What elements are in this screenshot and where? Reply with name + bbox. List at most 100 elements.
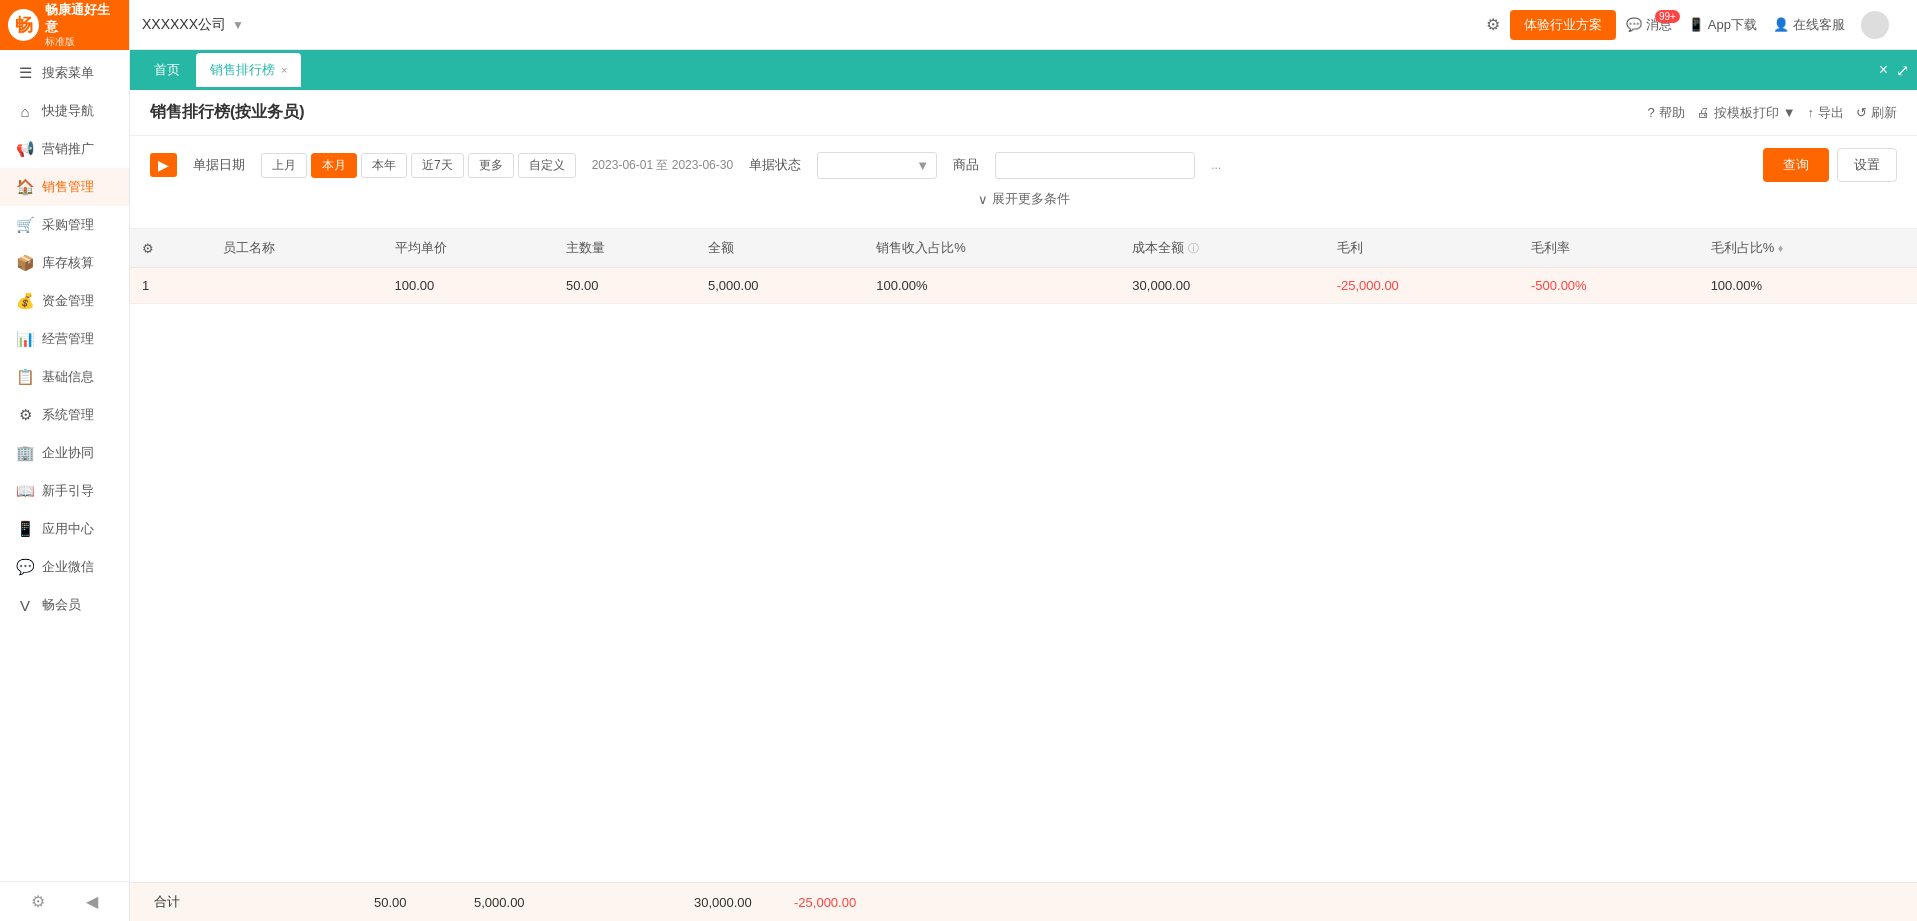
date-btn-上月[interactable]: 上月 xyxy=(261,153,307,178)
expand-more-btn[interactable]: ∨ 展开更多条件 xyxy=(150,182,1897,216)
trial-btn[interactable]: 体验行业方案 xyxy=(1510,10,1616,40)
date-btn-近7天[interactable]: 近7天 xyxy=(411,153,464,178)
footer-amount-val: 5,000.00 xyxy=(462,895,562,910)
member-icon: V xyxy=(16,597,34,614)
company-name: XXXXXX公司 xyxy=(142,16,226,34)
topbar: XXXXXX公司 ▼ ⚙ 体验行业方案 💬 消息 99+ 📱 App下载 👤 在… xyxy=(130,0,1917,50)
app-icon: 📱 xyxy=(1688,17,1704,32)
sales-icon: 🏠 xyxy=(16,178,34,196)
col-header-rank: ⚙ xyxy=(130,229,211,268)
sidebar-item-member[interactable]: V 畅会员 xyxy=(0,586,129,624)
member-label: 畅会员 xyxy=(42,596,81,614)
sidebar-footer: ⚙ ◀ xyxy=(0,881,129,921)
tab-close-icon[interactable]: × xyxy=(281,64,287,76)
logo-text: 畅康通好生意 标准版 xyxy=(45,2,121,49)
online-service-btn[interactable]: 👤 在线客服 xyxy=(1773,16,1845,34)
col-header-avg_price: 平均单价 xyxy=(383,229,554,268)
inventory-label: 库存核算 xyxy=(42,254,94,272)
tab-home[interactable]: 首页 xyxy=(138,53,196,87)
message-badge: 99+ xyxy=(1655,10,1680,23)
sidebar-item-app-center[interactable]: 📱 应用中心 xyxy=(0,510,129,548)
sidebar-item-operations[interactable]: 📊 经营管理 xyxy=(0,320,129,358)
wechat-icon: 💬 xyxy=(16,558,34,576)
sidebar-item-finance[interactable]: 💰 资金管理 xyxy=(0,282,129,320)
date-range-display: 2023-06-01 至 2023-06-30 xyxy=(592,157,733,174)
service-label: 在线客服 xyxy=(1793,16,1845,34)
tab-label: 销售排行榜 xyxy=(210,61,275,79)
cell-gross_pct: 100.00% xyxy=(1699,268,1917,304)
sidebar-settings-icon[interactable]: ⚙ xyxy=(31,892,45,911)
sidebar-item-search-order[interactable]: ☰ 搜索菜单 xyxy=(0,54,129,92)
cell-amount: 5,000.00 xyxy=(696,268,864,304)
cell-rank: 1 xyxy=(130,268,211,304)
user-avatar[interactable] xyxy=(1861,11,1889,39)
cell-name xyxy=(211,268,382,304)
enterprise-label: 企业协同 xyxy=(42,444,94,462)
col-header-cost: 成本全额 ⓘ xyxy=(1120,229,1324,268)
sidebar-item-quick-nav[interactable]: ⌂ 快捷导航 xyxy=(0,92,129,130)
tabbar-right: × ⤢ xyxy=(1879,61,1909,80)
sidebar-item-enterprise[interactable]: 🏢 企业协同 xyxy=(0,434,129,472)
print-label: 按模板打印 xyxy=(1714,104,1779,122)
date-btn-更多[interactable]: 更多 xyxy=(468,153,514,178)
date-btn-本年[interactable]: 本年 xyxy=(361,153,407,178)
col-header-amount: 全额 xyxy=(696,229,864,268)
cell-sales_pct: 100.00% xyxy=(864,268,1120,304)
company-selector[interactable]: XXXXXX公司 ▼ xyxy=(142,16,1476,34)
col-header-quantity: 主数量 xyxy=(554,229,696,268)
status-filter-label: 单据状态 xyxy=(749,156,801,174)
table-footer: 合计 50.00 5,000.00 30,000.00 -25,000.00 xyxy=(130,882,1917,921)
col-header-name: 员工名称 xyxy=(211,229,382,268)
gross_pct-help-icon[interactable]: ♦ xyxy=(1778,242,1784,254)
date-btn-自定义[interactable]: 自定义 xyxy=(518,153,576,178)
goods-input[interactable] xyxy=(995,152,1195,179)
finance-icon: 💰 xyxy=(16,292,34,310)
main-area: XXXXXX公司 ▼ ⚙ 体验行业方案 💬 消息 99+ 📱 App下载 👤 在… xyxy=(130,0,1917,921)
sidebar-item-inventory[interactable]: 📦 库存核算 xyxy=(0,244,129,282)
cell-quantity: 50.00 xyxy=(554,268,696,304)
page-actions: ? 帮助 🖨 按模板打印 ▼ ↑ 导出 ↺ 刷新 xyxy=(1647,104,1897,122)
sidebar-item-wechat[interactable]: 💬 企业微信 xyxy=(0,548,129,586)
tab-sales-ranking[interactable]: 销售排行榜 × xyxy=(196,53,301,87)
filter-toggle-btn[interactable]: ▶ xyxy=(150,153,177,177)
export-btn[interactable]: ↑ 导出 xyxy=(1808,104,1845,122)
help-btn[interactable]: ? 帮助 xyxy=(1647,104,1684,122)
refresh-btn[interactable]: ↺ 刷新 xyxy=(1856,104,1897,122)
operations-icon: 📊 xyxy=(16,330,34,348)
sidebar-item-purchase[interactable]: 🛒 采购管理 xyxy=(0,206,129,244)
cell-cost: 30,000.00 xyxy=(1120,268,1324,304)
logo-icon: 畅 xyxy=(8,9,39,41)
footer-gross-val: -25,000.00 xyxy=(782,895,882,910)
sidebar-item-system[interactable]: ⚙ 系统管理 xyxy=(0,396,129,434)
window-expand-icon[interactable]: ⤢ xyxy=(1896,61,1909,80)
window-close-icon[interactable]: × xyxy=(1879,61,1888,80)
col-header-sales_pct: 销售收入占比% xyxy=(864,229,1120,268)
settings-btn[interactable]: 设置 xyxy=(1837,148,1897,182)
sidebar-item-sales[interactable]: 🏠 销售管理 xyxy=(0,168,129,206)
footer-quantity-val: 50.00 xyxy=(362,895,462,910)
tabbar: 首页 销售排行榜 × × ⤢ xyxy=(130,50,1917,90)
message-btn[interactable]: 💬 消息 99+ xyxy=(1626,16,1672,34)
topbar-settings-icon[interactable]: ⚙ xyxy=(1486,15,1500,34)
app-download-btn[interactable]: 📱 App下载 xyxy=(1688,16,1757,34)
print-btn[interactable]: 🖨 按模板打印 ▼ xyxy=(1697,104,1796,122)
search-order-label: 搜索菜单 xyxy=(42,64,94,82)
sidebar-item-basic-info[interactable]: 📋 基础信息 xyxy=(0,358,129,396)
filter-row-1: ▶ 单据日期 上月本月本年近7天更多自定义 2023-06-01 至 2023-… xyxy=(150,148,1897,182)
message-icon: 💬 xyxy=(1626,17,1642,32)
data-table-wrap: ⚙员工名称平均单价主数量全额销售收入占比%成本全额 ⓘ毛利毛利率毛利占比% ♦ … xyxy=(130,229,1917,882)
basic-info-label: 基础信息 xyxy=(42,368,94,386)
sidebar-item-marketing[interactable]: 📢 营销推广 xyxy=(0,130,129,168)
app-center-icon: 📱 xyxy=(16,520,34,538)
sidebar-collapse-icon[interactable]: ◀ xyxy=(86,892,98,911)
date-btn-本月[interactable]: 本月 xyxy=(311,153,357,178)
service-icon: 👤 xyxy=(1773,17,1789,32)
query-btn[interactable]: 查询 xyxy=(1763,148,1829,182)
more-filters-btn[interactable]: ... xyxy=(1211,158,1221,172)
status-select[interactable] xyxy=(817,152,937,179)
cost-help-icon[interactable]: ⓘ xyxy=(1188,242,1199,254)
basic-info-icon: 📋 xyxy=(16,368,34,386)
data-table: ⚙员工名称平均单价主数量全额销售收入占比%成本全额 ⓘ毛利毛利率毛利占比% ♦ … xyxy=(130,229,1917,304)
sidebar-item-guide[interactable]: 📖 新手引导 xyxy=(0,472,129,510)
filter-bar: ▶ 单据日期 上月本月本年近7天更多自定义 2023-06-01 至 2023-… xyxy=(130,136,1917,229)
